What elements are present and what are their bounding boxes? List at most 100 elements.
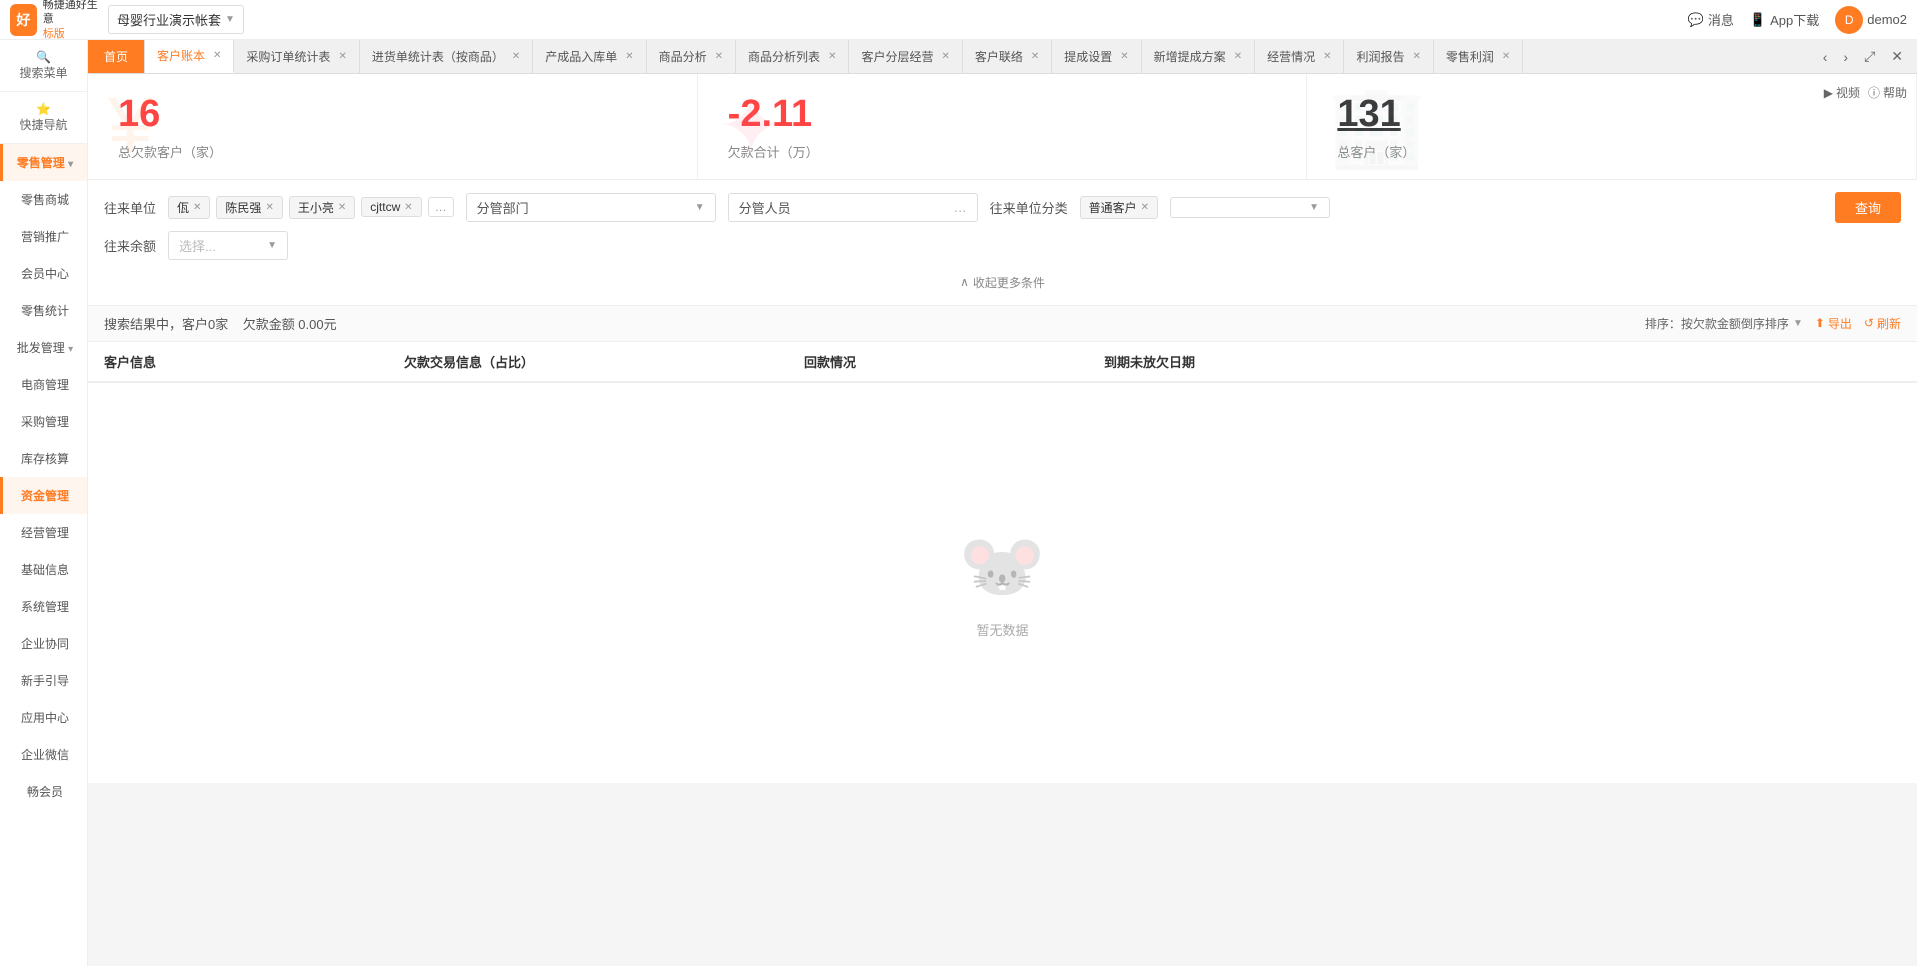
sidebar-item-vip[interactable]: 畅会员 [0, 773, 87, 810]
close-icon[interactable]: ✕ [338, 51, 346, 62]
col-repayment: 回款情况 [804, 352, 1104, 371]
person-select[interactable]: 分管人员 … [728, 193, 978, 222]
sidebar-item-marketing[interactable]: 营销推广 [0, 218, 87, 255]
close-icon[interactable]: ✕ [941, 51, 949, 62]
tab-product-instock[interactable]: 产成品入库单 ✕ [533, 40, 646, 73]
sidebar-item-inventory[interactable]: 库存核算 [0, 440, 87, 477]
tab-profit-report[interactable]: 利润报告 ✕ [1344, 40, 1433, 73]
tab-customer-segment[interactable]: 客户分层经营 ✕ [849, 40, 962, 73]
tab-left-button[interactable]: ‹ [1817, 47, 1834, 67]
sidebar-item-enterprise[interactable]: 企业协同 [0, 625, 87, 662]
balance-select[interactable]: 选择... ▼ [168, 231, 288, 260]
tab-promotion-settings[interactable]: 提成设置 ✕ [1052, 40, 1141, 73]
sidebar-item-wechat[interactable]: 企业微信 [0, 736, 87, 773]
query-button[interactable]: 查询 [1835, 192, 1901, 223]
search-icon: 🔍 [8, 50, 79, 64]
filter-tag-2[interactable]: 陈民强 ✕ [216, 196, 282, 219]
chevron-icon: ▾ [68, 344, 73, 355]
tab-goods-analysis-list[interactable]: 商品分析列表 ✕ [736, 40, 849, 73]
sidebar-item-member[interactable]: 会员中心 [0, 255, 87, 292]
more-tags-button[interactable]: … [428, 197, 454, 217]
page-content: ¥ 16 总欠款客户（家） ✦ -2.11 欠款合计（万） 🏢 131 总 [88, 74, 1917, 966]
close-icon[interactable]: ✕ [1323, 51, 1331, 62]
close-icon[interactable]: ✕ [715, 51, 723, 62]
tab-home[interactable]: 首页 [88, 40, 145, 73]
close-icon[interactable]: ✕ [1120, 51, 1128, 62]
close-icon[interactable]: ✕ [1502, 51, 1510, 62]
dept-select[interactable]: 分管部门 ▼ [466, 193, 716, 222]
close-icon[interactable]: ✕ [1234, 51, 1242, 62]
filter-tag-1[interactable]: 佤 ✕ [168, 196, 210, 219]
filter-tag-3[interactable]: 王小亮 ✕ [289, 196, 355, 219]
sidebar-item-retail-stat[interactable]: 零售统计 [0, 292, 87, 329]
results-actions: 排序：按欠款金额倒序排序 ▼ ⬆ 导出 ↺ 刷新 [1645, 315, 1901, 332]
sidebar-item-finance[interactable]: 资金管理 [0, 477, 87, 514]
unit-filter-label: 往来单位 [104, 198, 156, 217]
tab-purchase-order[interactable]: 采购订单统计表 ✕ [234, 40, 359, 73]
results-info: 搜索结果中，客户0家 欠款金额 0.00元 [104, 314, 337, 333]
person-more-icon[interactable]: … [954, 200, 967, 215]
tab-goods-analysis[interactable]: 商品分析 ✕ [647, 40, 736, 73]
remove-tag-1-icon[interactable]: ✕ [193, 202, 201, 213]
sort-select[interactable]: 排序：按欠款金额倒序排序 ▼ [1645, 315, 1803, 332]
filter-tag-4[interactable]: cjttcw ✕ [361, 197, 421, 217]
close-icon[interactable]: ✕ [828, 51, 836, 62]
tab-operation-status[interactable]: 经营情况 ✕ [1255, 40, 1344, 73]
refresh-icon: ↺ [1864, 316, 1874, 330]
stat-total-debt: ✦ -2.11 欠款合计（万） [698, 74, 1308, 179]
main-layout: 🔍 搜索菜单 ⭐ 快捷导航 零售管理 ▾ 零售商城 营销推广 会员中心 零售统计 [0, 40, 1917, 966]
tab-customer-contact[interactable]: 客户联络 ✕ [963, 40, 1052, 73]
category-tag[interactable]: 普通客户 ✕ [1080, 196, 1158, 219]
user-menu[interactable]: D demo2 [1835, 6, 1907, 34]
sidebar-item-app-center[interactable]: 应用中心 [0, 699, 87, 736]
sidebar-item-ecommerce[interactable]: 电商管理 [0, 366, 87, 403]
tab-right-button[interactable]: › [1837, 47, 1854, 67]
remove-tag-3-icon[interactable]: ✕ [338, 202, 346, 213]
tab-new-promotion[interactable]: 新增提成方案 ✕ [1142, 40, 1255, 73]
tab-goods-instock[interactable]: 进货单统计表（按商品） ✕ [360, 40, 533, 73]
quick-nav-item[interactable]: ⭐ 快捷导航 [0, 92, 87, 144]
category-tags: 普通客户 ✕ [1080, 196, 1158, 219]
message-button[interactable]: 💬 消息 [1688, 10, 1734, 29]
sidebar-item-system[interactable]: 系统管理 [0, 588, 87, 625]
sidebar-item-batch[interactable]: 批发管理 ▾ [0, 329, 87, 366]
close-icon[interactable]: ✕ [1031, 51, 1039, 62]
store-selector[interactable]: 母婴行业演示帐套 ▼ [108, 5, 244, 34]
sidebar-item-retail-mall[interactable]: 零售商城 [0, 181, 87, 218]
close-icon[interactable]: ✕ [1413, 51, 1421, 62]
sidebar-item-operation[interactable]: 经营管理 [0, 514, 87, 551]
chevron-down-icon: ▼ [1309, 202, 1319, 213]
sidebar-item-retail[interactable]: 零售管理 ▾ [0, 144, 87, 181]
chevron-up-icon: ∧ [960, 275, 969, 289]
sidebar-item-purchase[interactable]: 采购管理 [0, 403, 87, 440]
close-icon[interactable]: ✕ [625, 51, 633, 62]
stats-banner: ¥ 16 总欠款客户（家） ✦ -2.11 欠款合计（万） 🏢 131 总 [88, 74, 1917, 180]
filter-row-1: 往来单位 佤 ✕ 陈民强 ✕ 王小亮 [104, 192, 1901, 223]
video-button[interactable]: ▶ 视频 [1824, 84, 1860, 101]
export-button[interactable]: ⬆ 导出 [1815, 315, 1852, 332]
tab-retail-profit[interactable]: 零售利润 ✕ [1434, 40, 1523, 73]
col-debt-info: 欠款交易信息（占比） [404, 352, 804, 371]
table-body: 🐭 暂无数据 [88, 383, 1917, 783]
search-menu-item[interactable]: 🔍 搜索菜单 [0, 40, 87, 92]
header-right: 💬 消息 📱 App下载 D demo2 [1688, 6, 1907, 34]
tab-customer-ledger[interactable]: 客户账本 ✕ [145, 40, 234, 73]
remove-category-icon[interactable]: ✕ [1141, 202, 1149, 213]
refresh-button[interactable]: ↺ 刷新 [1864, 315, 1901, 332]
category-select-dropdown[interactable]: ▼ [1170, 197, 1330, 218]
tab-close-button[interactable]: ✕ [1885, 46, 1909, 67]
collapse-button[interactable]: ∧ 收起更多条件 [104, 268, 1901, 293]
filters-area: 往来单位 佤 ✕ 陈民强 ✕ 王小亮 [88, 180, 1917, 306]
close-icon[interactable]: ✕ [512, 51, 520, 62]
remove-tag-4-icon[interactable]: ✕ [404, 202, 412, 213]
close-icon[interactable]: ✕ [213, 50, 221, 61]
empty-state: 🐭 暂无数据 [959, 526, 1046, 639]
sidebar-item-new-guide[interactable]: 新手引导 [0, 662, 87, 699]
sidebar-item-basic[interactable]: 基础信息 [0, 551, 87, 588]
tab-expand-button[interactable]: ⤢ [1858, 46, 1881, 67]
help-button[interactable]: ⓘ 帮助 [1868, 84, 1907, 101]
stat-total-customers: ¥ 16 总欠款客户（家） [88, 74, 698, 179]
remove-tag-2-icon[interactable]: ✕ [265, 202, 273, 213]
logo-icon: 好 [10, 4, 37, 36]
app-download-button[interactable]: 📱 App下载 [1750, 10, 1819, 29]
